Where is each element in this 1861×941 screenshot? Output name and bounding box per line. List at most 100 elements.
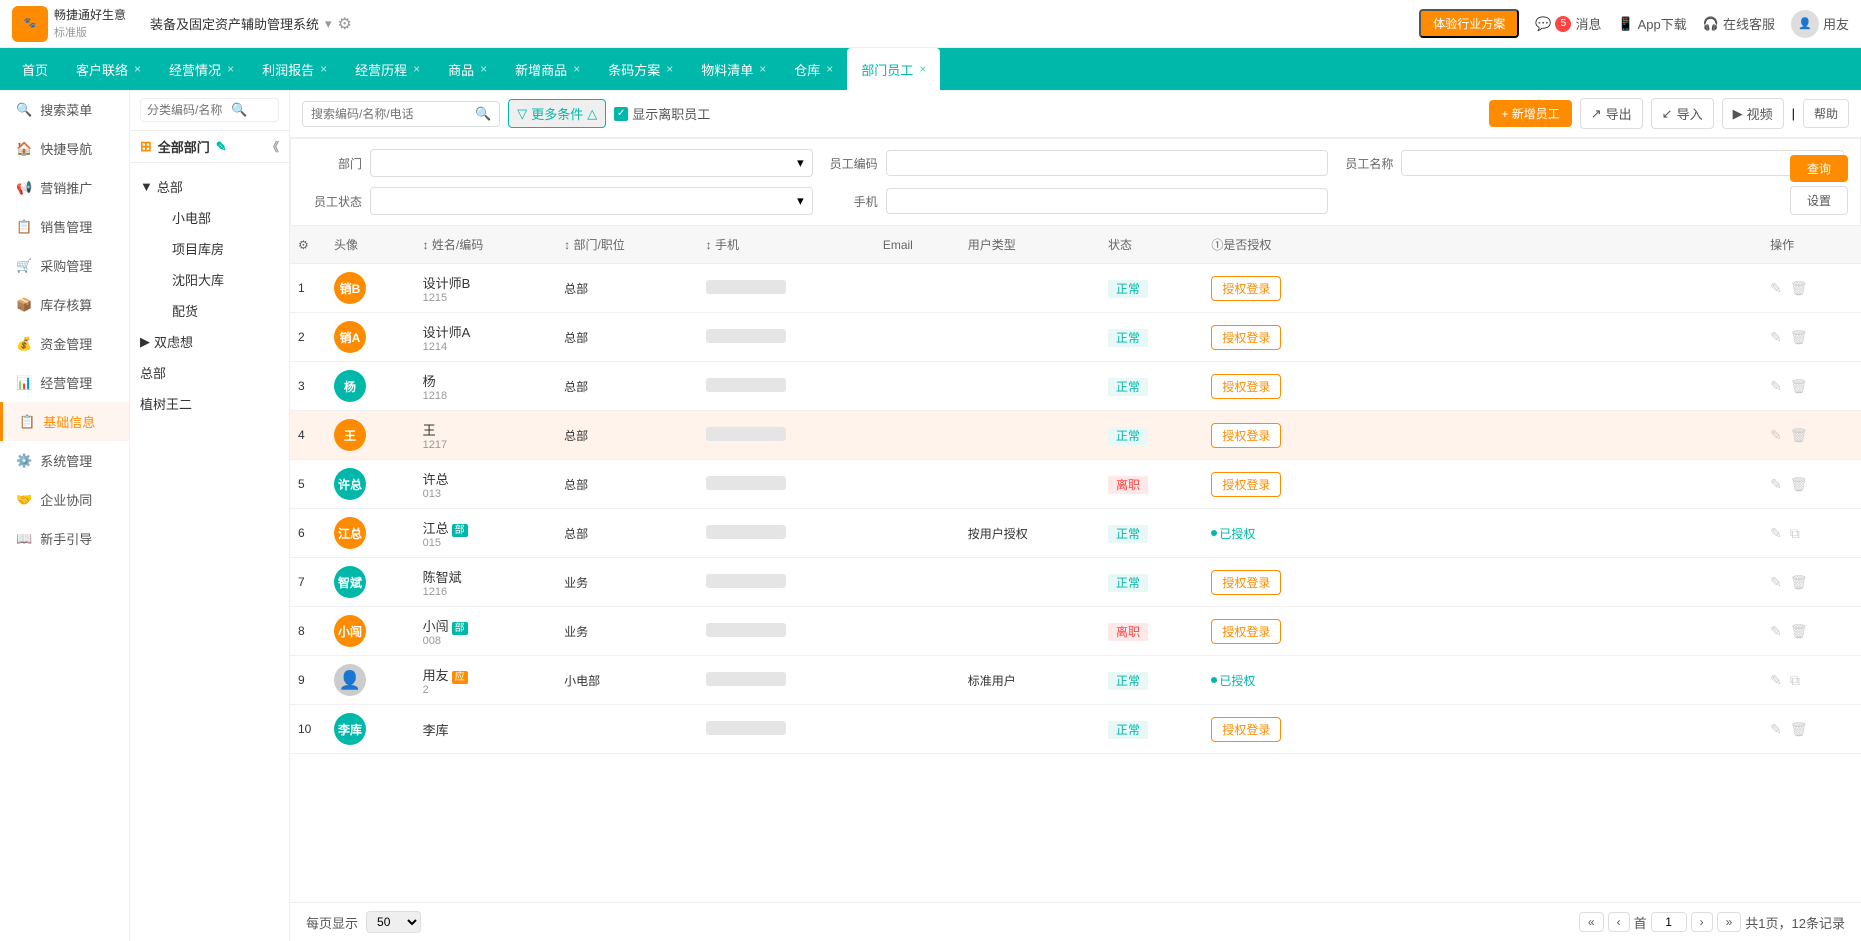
tab-history[interactable]: 经营历程 × xyxy=(341,48,434,90)
import-button[interactable]: ↙ 导入 xyxy=(1651,98,1714,129)
edit-icon[interactable]: ✎ xyxy=(1770,329,1782,346)
edit-icon[interactable]: ✎ xyxy=(1770,378,1782,395)
status-filter-select[interactable]: ▾ xyxy=(370,187,813,215)
copy-icon[interactable]: ⧉ xyxy=(1790,672,1800,689)
dept-all-item[interactable]: ⊞ 全部部门 ✎ 《 xyxy=(130,131,289,163)
sidebar-item-operation[interactable]: 📊 经营管理 xyxy=(0,363,129,402)
next-page-button[interactable]: › xyxy=(1691,912,1713,932)
close-icon[interactable]: × xyxy=(759,62,766,76)
edit-icon[interactable]: ✎ xyxy=(1770,672,1782,689)
sidebar-item-purchase[interactable]: 🛒 采购管理 xyxy=(0,246,129,285)
search-input[interactable] xyxy=(311,107,471,121)
delete-icon[interactable]: 🗑 xyxy=(1790,378,1808,395)
tab-profit[interactable]: 利润报告 × xyxy=(248,48,341,90)
auth-button[interactable]: 授权登录 xyxy=(1211,472,1281,497)
edit-icon[interactable]: ✎ xyxy=(1770,721,1782,738)
sidebar-item-quicknav[interactable]: 🏠 快捷导航 xyxy=(0,129,129,168)
delete-icon[interactable]: 🗑 xyxy=(1790,280,1808,297)
add-employee-button[interactable]: + 新增员工 xyxy=(1489,100,1571,127)
close-icon[interactable]: × xyxy=(573,62,580,76)
dept-item-zongbu2[interactable]: 总部 xyxy=(130,357,289,388)
video-button[interactable]: ▶ 视频 xyxy=(1722,98,1784,129)
tab-add-product[interactable]: 新增商品 × xyxy=(501,48,594,90)
dept-search-box[interactable]: 🔍 xyxy=(140,98,279,122)
close-icon[interactable]: × xyxy=(919,62,926,76)
sidebar-item-guide[interactable]: 📖 新手引导 xyxy=(0,519,129,558)
sidebar-item-sales[interactable]: 📋 销售管理 xyxy=(0,207,129,246)
sidebar-item-search[interactable]: 🔍 搜索菜单 xyxy=(0,90,129,129)
close-icon[interactable]: × xyxy=(826,62,833,76)
th-phone[interactable]: ↕ 手机 xyxy=(698,226,875,264)
first-page-button[interactable]: « xyxy=(1579,912,1604,932)
th-dept[interactable]: ↕ 部门/职位 xyxy=(556,226,698,264)
auth-button[interactable]: 授权登录 xyxy=(1211,276,1281,301)
sidebar-item-collab[interactable]: 🤝 企业协同 xyxy=(0,480,129,519)
auth-button[interactable]: 授权登录 xyxy=(1211,374,1281,399)
sidebar-item-system[interactable]: ⚙️ 系统管理 xyxy=(0,441,129,480)
message-item[interactable]: 💬 5 消息 xyxy=(1535,14,1601,33)
th-settings[interactable]: ⚙ xyxy=(290,226,326,264)
delete-icon[interactable]: 🗑 xyxy=(1790,476,1808,493)
dept-filter-select[interactable]: ▾ xyxy=(370,149,813,177)
search-box[interactable]: 🔍 xyxy=(302,101,500,127)
tab-department[interactable]: 部门员工 × xyxy=(847,48,940,90)
system-dropdown-icon[interactable]: ▾ xyxy=(325,16,332,32)
tab-barcode[interactable]: 条码方案 × xyxy=(594,48,687,90)
dept-item-project[interactable]: 项目库房 xyxy=(130,233,289,264)
edit-icon[interactable]: ✎ xyxy=(1770,427,1782,444)
reset-button[interactable]: 设置 xyxy=(1790,186,1848,215)
delete-icon[interactable]: 🗑 xyxy=(1790,721,1808,738)
delete-icon[interactable]: 🗑 xyxy=(1790,329,1808,346)
auth-button[interactable]: 授权登录 xyxy=(1211,570,1281,595)
help-button[interactable]: 帮助 xyxy=(1803,99,1849,128)
last-page-button[interactable]: » xyxy=(1717,912,1742,932)
sidebar-item-marketing[interactable]: 📢 营销推广 xyxy=(0,168,129,207)
service-item[interactable]: 🎧 在线客服 xyxy=(1703,14,1775,33)
dept-item-peihuo[interactable]: 配货 xyxy=(130,295,289,326)
edit-icon[interactable]: ✎ xyxy=(1770,623,1782,640)
auth-button[interactable]: 授权登录 xyxy=(1211,717,1281,742)
phone-input[interactable] xyxy=(886,188,1329,214)
tab-warehouse[interactable]: 仓库 × xyxy=(780,48,847,90)
edit-icon[interactable]: ✎ xyxy=(216,139,227,155)
dept-item-xiaodian[interactable]: 小电部 xyxy=(130,202,289,233)
app-download-item[interactable]: 📱 App下载 xyxy=(1617,14,1686,33)
th-name[interactable]: ↕ 姓名/编码 xyxy=(415,226,557,264)
page-size-select[interactable]: 50 20 100 xyxy=(366,911,421,933)
prev-page-button[interactable]: ‹ xyxy=(1608,912,1630,932)
dept-search-input[interactable] xyxy=(147,103,227,117)
delete-icon[interactable]: 🗑 xyxy=(1790,623,1808,640)
search-button[interactable]: 查询 xyxy=(1790,155,1848,182)
close-icon[interactable]: × xyxy=(227,62,234,76)
tab-bom[interactable]: 物料清单 × xyxy=(687,48,780,90)
edit-icon[interactable]: ✎ xyxy=(1770,476,1782,493)
close-icon[interactable]: × xyxy=(480,62,487,76)
dept-item-shenyang[interactable]: 沈阳大库 xyxy=(130,264,289,295)
delete-icon[interactable]: 🗑 xyxy=(1790,574,1808,591)
dept-item-shuangluxiang[interactable]: ▶ 双虑想 xyxy=(130,326,289,357)
edit-icon[interactable]: ✎ xyxy=(1770,574,1782,591)
show-resign-toggle[interactable]: ✓ 显示离职员工 xyxy=(614,104,710,123)
edit-icon[interactable]: ✎ xyxy=(1770,280,1782,297)
auth-button[interactable]: 授权登录 xyxy=(1211,619,1281,644)
gear-icon[interactable]: ⚙ xyxy=(338,14,352,34)
sidebar-item-inventory[interactable]: 📦 库存核算 xyxy=(0,285,129,324)
close-icon[interactable]: × xyxy=(413,62,420,76)
tab-customer[interactable]: 客户联络 × xyxy=(62,48,155,90)
auth-button[interactable]: 授权登录 xyxy=(1211,325,1281,350)
tab-operation[interactable]: 经营情况 × xyxy=(155,48,248,90)
delete-icon[interactable]: 🗑 xyxy=(1790,427,1808,444)
copy-icon[interactable]: ⧉ xyxy=(1790,525,1800,542)
export-button[interactable]: ↗ 导出 xyxy=(1580,98,1643,129)
trial-button[interactable]: 体验行业方案 xyxy=(1419,9,1519,38)
edit-icon[interactable]: ✎ xyxy=(1770,525,1782,542)
user-item[interactable]: 👤 用友 xyxy=(1791,10,1849,38)
auth-button[interactable]: 授权登录 xyxy=(1211,423,1281,448)
emp-name-input[interactable] xyxy=(1401,150,1844,176)
sidebar-item-basic[interactable]: 📋 基础信息 xyxy=(0,402,129,441)
collapse-icon[interactable]: 《 xyxy=(267,138,279,155)
more-filter-button[interactable]: ▽ 更多条件 △ xyxy=(508,99,606,128)
tab-home[interactable]: 首页 xyxy=(8,48,62,90)
close-icon[interactable]: × xyxy=(666,62,673,76)
close-icon[interactable]: × xyxy=(320,62,327,76)
